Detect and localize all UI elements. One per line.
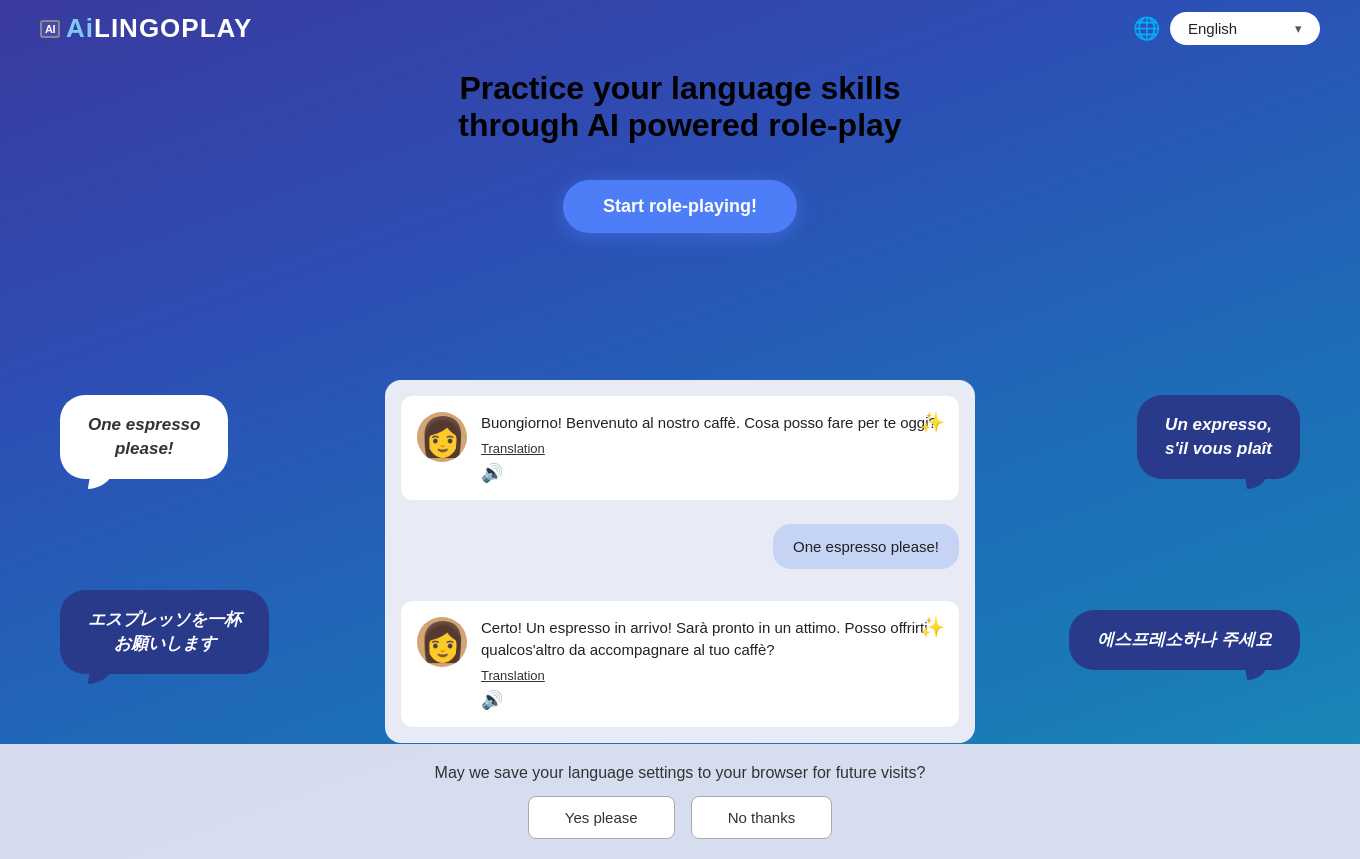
header: AI AiLINGOPLAY 🌐 English ▾ xyxy=(0,0,1360,57)
translation-link-2[interactable]: Translation xyxy=(481,668,943,683)
user-bubble: One espresso please! xyxy=(385,516,975,585)
chat-message-1: Buongiorno! Benvenuto al nostro caffè. C… xyxy=(401,396,959,500)
speech-bubble-left1: One espresso please! xyxy=(60,395,228,479)
avatar-2 xyxy=(417,617,467,667)
speech-bubble-right1: Un expresso, s'il vous plaît xyxy=(1137,395,1300,479)
logo-icon: AI xyxy=(40,20,60,38)
message-text-1: Buongiorno! Benvenuto al nostro caffè. C… xyxy=(481,412,943,435)
chevron-down-icon: ▾ xyxy=(1295,21,1302,36)
hero-title: Practice your language skills through AI… xyxy=(0,70,1360,144)
logo[interactable]: AI AiLINGOPLAY xyxy=(40,13,252,44)
bubble-korean-text: 에스프레소하나 주세요 xyxy=(1097,630,1272,649)
logo-ai-part: Ai xyxy=(66,13,94,43)
message-text-2: Certo! Un espresso in arrivo! Sarà pront… xyxy=(481,617,943,662)
yes-please-button[interactable]: Yes please xyxy=(528,796,675,839)
hero-title-line1: Practice your language skills xyxy=(459,70,900,106)
sparkle-icon-2[interactable]: ✨ xyxy=(920,615,945,639)
audio-icon-1[interactable]: 🔊 xyxy=(481,462,943,484)
bubble-english-line1: One espresso xyxy=(88,415,200,434)
language-selector[interactable]: 🌐 English ▾ xyxy=(1133,12,1320,45)
chat-message-2: Certo! Un espresso in arrivo! Sarà pront… xyxy=(401,601,959,727)
bubble-french-line1: Un expresso, xyxy=(1165,415,1272,434)
bubble-english-line2: please! xyxy=(115,439,174,458)
logo-text: AiLINGOPLAY xyxy=(66,13,252,44)
sparkle-icon-1[interactable]: ✨ xyxy=(920,410,945,434)
bubble-french-line2: s'il vous plaît xyxy=(1165,439,1272,458)
chat-section: Buongiorno! Benvenuto al nostro caffè. C… xyxy=(385,380,975,743)
bottom-bar: May we save your language settings to yo… xyxy=(0,744,1360,859)
hero-section: Practice your language skills through AI… xyxy=(0,70,1360,233)
chat-box: Buongiorno! Benvenuto al nostro caffè. C… xyxy=(385,380,975,743)
start-role-playing-button[interactable]: Start role-playing! xyxy=(563,180,797,233)
bottom-bar-message: May we save your language settings to yo… xyxy=(20,764,1340,782)
message-content-1: Buongiorno! Benvenuto al nostro caffè. C… xyxy=(481,412,943,484)
avatar-1 xyxy=(417,412,467,462)
bubble-french: Un expresso, s'il vous plaît xyxy=(1137,395,1300,479)
bubble-english: One espresso please! xyxy=(60,395,228,479)
bubble-korean: 에스프레소하나 주세요 xyxy=(1069,610,1300,670)
bubble-japanese-line1: エスプレッソを一杯 xyxy=(88,610,241,629)
language-label: English xyxy=(1188,20,1237,37)
globe-icon: 🌐 xyxy=(1133,16,1160,42)
bubble-japanese: エスプレッソを一杯 お願いします xyxy=(60,590,269,674)
audio-icon-2[interactable]: 🔊 xyxy=(481,689,943,711)
avatar-face-2 xyxy=(417,617,467,667)
speech-bubble-left2: エスプレッソを一杯 お願いします xyxy=(60,590,269,674)
hero-title-line2: through AI powered role-play xyxy=(458,107,901,143)
bottom-bar-buttons: Yes please No thanks xyxy=(20,796,1340,839)
translation-link-1[interactable]: Translation xyxy=(481,441,943,456)
language-dropdown[interactable]: English ▾ xyxy=(1170,12,1320,45)
user-reply-text: One espresso please! xyxy=(773,524,959,569)
bubble-japanese-line2: お願いします xyxy=(114,634,216,653)
message-content-2: Certo! Un espresso in arrivo! Sarà pront… xyxy=(481,617,943,711)
avatar-face-1 xyxy=(417,412,467,462)
no-thanks-button[interactable]: No thanks xyxy=(691,796,833,839)
logo-lingoplay-part: LINGOPLAY xyxy=(94,13,252,43)
speech-bubble-right2: 에스프레소하나 주세요 xyxy=(1069,610,1300,670)
